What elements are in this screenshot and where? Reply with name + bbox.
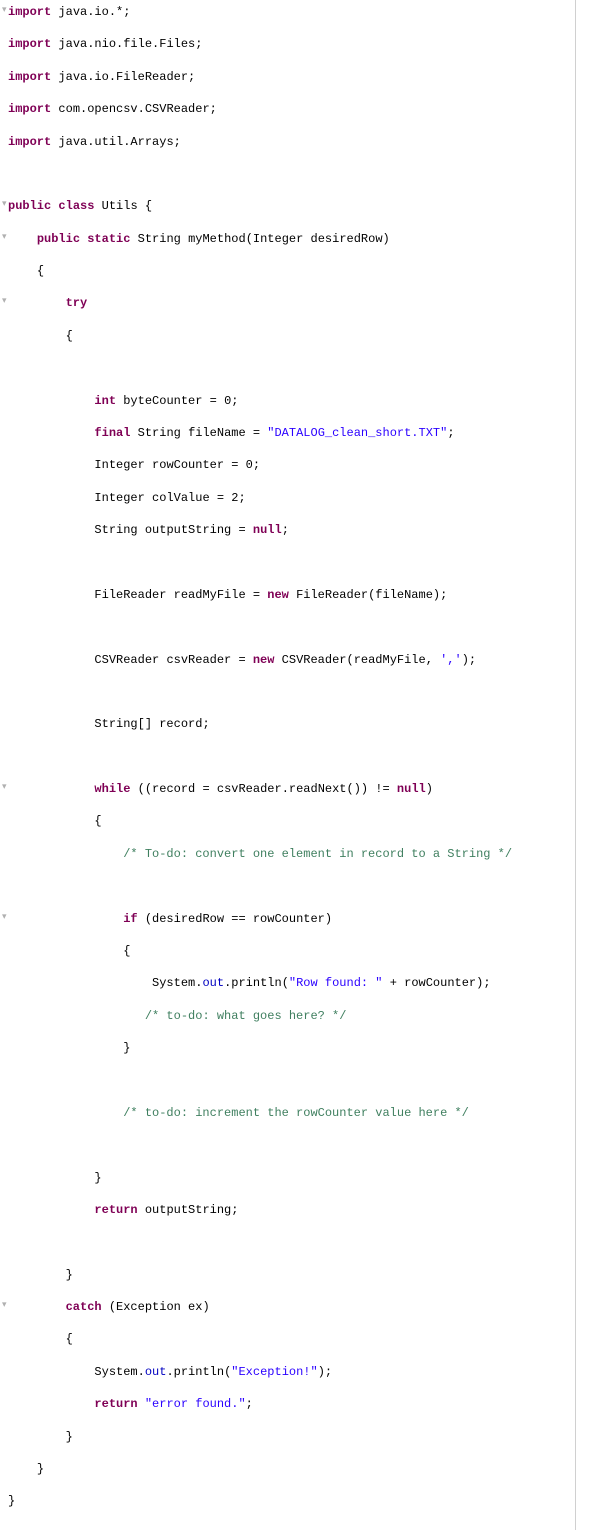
blank-line: [8, 360, 596, 376]
fold-marker-icon: ▾: [2, 295, 7, 307]
return-line: return outputString;: [8, 1202, 596, 1218]
var-decl: String[] record;: [8, 716, 596, 732]
import-line: import com.opencsv.CSVReader;: [8, 101, 596, 117]
comment-line: /* To-do: convert one element in record …: [8, 846, 596, 862]
brace-line: }: [8, 1267, 596, 1283]
fold-marker-icon: ▾: [2, 781, 7, 793]
fold-marker-icon: ▾: [2, 911, 7, 923]
fold-marker-icon: ▾: [2, 1299, 7, 1311]
import-line: import java.nio.file.Files;: [8, 36, 596, 52]
return-line: return "error found.";: [8, 1396, 596, 1412]
import-line: import java.util.Arrays;: [8, 134, 596, 150]
var-decl: FileReader readMyFile = new FileReader(f…: [8, 587, 596, 603]
blank-line: [8, 1072, 596, 1088]
if-line: ▾ if (desiredRow == rowCounter): [8, 911, 596, 927]
comment-line: /* to-do: what goes here? */: [8, 1008, 596, 1024]
brace-line: }: [8, 1040, 596, 1056]
blank-line: [8, 166, 596, 182]
brace-line: }: [8, 1429, 596, 1445]
var-decl: String outputString = null;: [8, 522, 596, 538]
println-line: System.out.println("Exception!");: [8, 1364, 596, 1380]
blank-line: [8, 1137, 596, 1153]
while-line: ▾ while ((record = csvReader.readNext())…: [8, 781, 596, 797]
brace-line: }: [8, 1493, 596, 1509]
brace-line: {: [8, 943, 596, 959]
import-line: import java.io.FileReader;: [8, 69, 596, 85]
var-decl: Integer colValue = 2;: [8, 490, 596, 506]
blank-line: [8, 749, 596, 765]
blank-line: [8, 684, 596, 700]
blank-line: [8, 554, 596, 570]
var-decl: int byteCounter = 0;: [8, 393, 596, 409]
var-decl: Integer rowCounter = 0;: [8, 457, 596, 473]
blank-line: [8, 878, 596, 894]
var-decl: final String fileName = "DATALOG_clean_s…: [8, 425, 596, 441]
comment-line: /* to-do: increment the rowCounter value…: [8, 1105, 596, 1121]
println-line: System.out.println("Row found: " + rowCo…: [8, 975, 596, 991]
brace-line: }: [8, 1170, 596, 1186]
var-decl: CSVReader csvReader = new CSVReader(read…: [8, 652, 596, 668]
fold-marker-icon: ▾: [2, 4, 7, 16]
class-declaration: ▾public class Utils {: [8, 198, 596, 214]
blank-line: [8, 1234, 596, 1250]
try-line: ▾ try: [8, 295, 596, 311]
fold-marker-icon: ▾: [2, 231, 7, 243]
catch-line: ▾ catch (Exception ex): [8, 1299, 596, 1315]
brace-line: {: [8, 1331, 596, 1347]
blank-line: [8, 619, 596, 635]
brace-line: {: [8, 813, 596, 829]
brace-line: {: [8, 328, 596, 344]
method-declaration: ▾ public static String myMethod(Integer …: [8, 231, 596, 247]
brace-line: {: [8, 263, 596, 279]
brace-line: }: [8, 1461, 596, 1477]
fold-marker-icon: ▾: [2, 198, 7, 210]
import-line: ▾import java.io.*;: [8, 4, 596, 20]
code-block: ▾import java.io.*; import java.nio.file.…: [8, 4, 596, 1526]
